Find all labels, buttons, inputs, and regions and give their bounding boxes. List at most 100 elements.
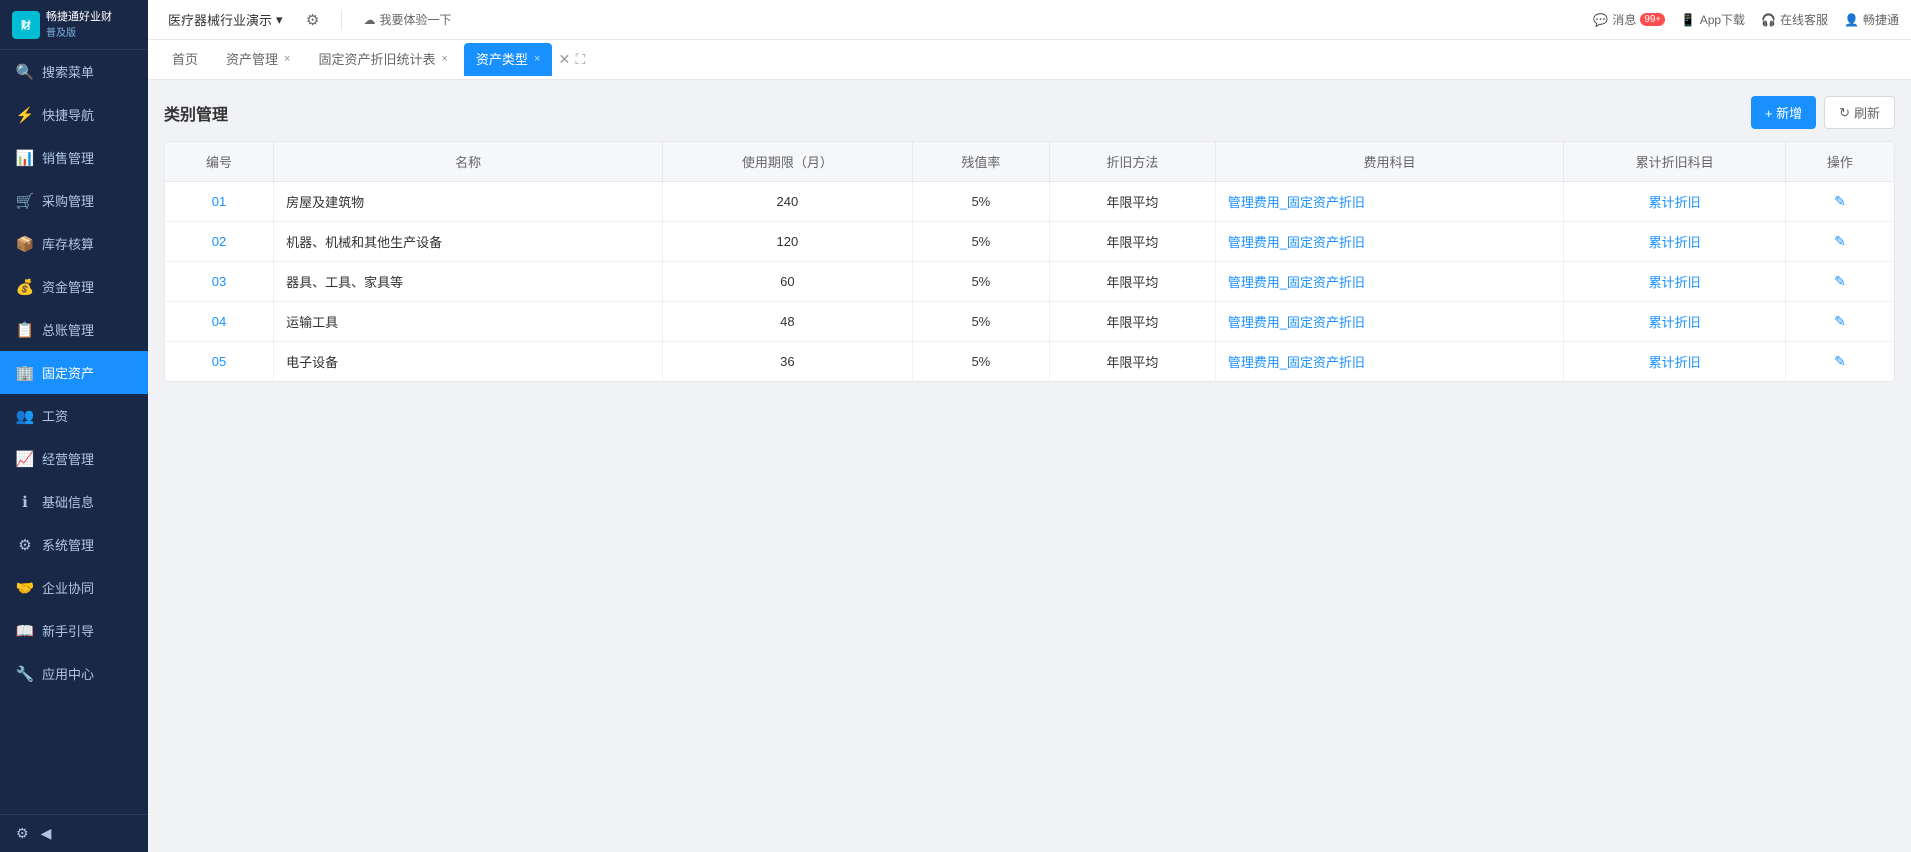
experience-label: 我要体验一下 xyxy=(380,11,452,28)
app-download-button[interactable]: 📱 App下载 xyxy=(1681,11,1745,28)
sidebar-label-5: 资金管理 xyxy=(42,277,94,296)
tab-home[interactable]: 首页 xyxy=(160,43,210,76)
sidebar-item-8[interactable]: 👥工资 xyxy=(0,394,148,437)
col-accum: 累计折旧科目 xyxy=(1564,142,1785,182)
table-row: 04 运输工具 48 5% 年限平均 管理费用_固定资产折旧 累计折旧 ✎ xyxy=(165,302,1894,342)
cell-method-1: 年限平均 xyxy=(1050,222,1216,262)
sidebar-item-1[interactable]: ⚡快捷导航 xyxy=(0,93,148,136)
col-period: 使用期限（月） xyxy=(663,142,912,182)
cell-expense-0: 管理费用_固定资产折旧 xyxy=(1215,182,1564,222)
sidebar-label-13: 新手引导 xyxy=(42,621,94,640)
tab-asset-type[interactable]: 资产类型 × xyxy=(464,43,552,76)
edit-icon-0[interactable]: ✎ xyxy=(1834,193,1846,209)
page-actions: + 新增 ↻ 刷新 xyxy=(1751,96,1895,129)
tab-depreciation[interactable]: 固定资产折旧统计表 × xyxy=(306,43,459,76)
cell-residual-1: 5% xyxy=(912,222,1050,262)
tab-asset-type-label: 资产类型 xyxy=(476,49,528,68)
tab-asset-type-close[interactable]: × xyxy=(534,53,540,65)
sidebar-item-13[interactable]: 📖新手引导 xyxy=(0,609,148,652)
col-action: 操作 xyxy=(1785,142,1894,182)
sidebar-item-0[interactable]: 🔍搜索菜单 xyxy=(0,50,148,93)
tab-depreciation-close[interactable]: × xyxy=(441,53,447,65)
sidebar-icon-0: 🔍 xyxy=(16,63,34,81)
cell-action-2[interactable]: ✎ xyxy=(1785,262,1894,302)
col-expense: 费用科目 xyxy=(1215,142,1564,182)
edit-icon-1[interactable]: ✎ xyxy=(1834,233,1846,249)
col-name: 名称 xyxy=(274,142,663,182)
cell-method-4: 年限平均 xyxy=(1050,342,1216,382)
cell-action-3[interactable]: ✎ xyxy=(1785,302,1894,342)
sidebar-label-1: 快捷导航 xyxy=(42,105,94,124)
close-window-button[interactable]: ✕ xyxy=(556,52,572,68)
refresh-button[interactable]: ↻ 刷新 xyxy=(1824,96,1895,129)
cell-code-2: 03 xyxy=(165,262,274,302)
online-service-button[interactable]: 🎧 在线客服 xyxy=(1761,11,1828,28)
experience-button[interactable]: ☁ 我要体验一下 xyxy=(356,8,460,31)
sidebar-icon-2: 📊 xyxy=(16,149,34,167)
sidebar-icon-12: 🤝 xyxy=(16,579,34,597)
footer-settings-icon[interactable]: ⚙ xyxy=(16,825,29,842)
sidebar-label-2: 销售管理 xyxy=(42,148,94,167)
app-selector[interactable]: 医疗器械行业演示 ▾ xyxy=(160,6,291,33)
cell-name-4: 电子设备 xyxy=(274,342,663,382)
sidebar-label-7: 固定资产 xyxy=(42,363,94,382)
topbar-settings-button[interactable]: ⚙ xyxy=(299,6,327,34)
cell-accum-3: 累计折旧 xyxy=(1564,302,1785,342)
sidebar-scroll: 🔍搜索菜单⚡快捷导航 📊 销售管理 🛒采购管理📦库存核算💰资金管理📋总账管理🏢固定资产… xyxy=(0,50,148,814)
user-label: 畅捷通 xyxy=(1863,11,1899,28)
sidebar: 财 畅捷通好业财 普及版 🔍搜索菜单⚡快捷导航 📊 销售管理 🛒采购管理📦库存核算💰资… xyxy=(0,0,148,852)
col-code: 编号 xyxy=(165,142,274,182)
cell-action-0[interactable]: ✎ xyxy=(1785,182,1894,222)
tab-asset-management-close[interactable]: × xyxy=(284,53,290,65)
sidebar-item-14[interactable]: 🔧应用中心 xyxy=(0,652,148,695)
tab-asset-management[interactable]: 资产管理 × xyxy=(214,43,302,76)
table-row: 02 机器、机械和其他生产设备 120 5% 年限平均 管理费用_固定资产折旧 … xyxy=(165,222,1894,262)
sidebar-icon-11: ⚙ xyxy=(16,536,34,554)
sidebar-item-12[interactable]: 🤝企业协同 xyxy=(0,566,148,609)
sidebar-item-7[interactable]: 🏢固定资产 xyxy=(0,351,148,394)
sidebar-item-5[interactable]: 💰资金管理 xyxy=(0,265,148,308)
sidebar-logo: 财 畅捷通好业财 普及版 xyxy=(0,0,148,50)
experience-icon: ☁ xyxy=(364,13,376,27)
sidebar-icon-14: 🔧 xyxy=(16,665,34,683)
cell-action-1[interactable]: ✎ xyxy=(1785,222,1894,262)
col-method: 折旧方法 xyxy=(1050,142,1216,182)
edit-icon-3[interactable]: ✎ xyxy=(1834,313,1846,329)
maximize-window-button[interactable]: ⛶ xyxy=(572,52,588,68)
sidebar-item-6[interactable]: 📋总账管理 xyxy=(0,308,148,351)
cell-code-0: 01 xyxy=(165,182,274,222)
cell-method-0: 年限平均 xyxy=(1050,182,1216,222)
new-button[interactable]: + 新增 xyxy=(1751,96,1816,129)
sidebar-icon-10: ℹ xyxy=(16,493,34,511)
app-download-label: App下载 xyxy=(1700,11,1745,28)
sidebar-item-4[interactable]: 📦库存核算 xyxy=(0,222,148,265)
cell-expense-4: 管理费用_固定资产折旧 xyxy=(1215,342,1564,382)
cell-residual-0: 5% xyxy=(912,182,1050,222)
sidebar-item-2[interactable]: 📊 销售管理 xyxy=(0,136,148,179)
messages-button[interactable]: 💬 消息 99+ xyxy=(1593,11,1664,28)
sidebar-label-3: 采购管理 xyxy=(42,191,94,210)
sidebar-item-3[interactable]: 🛒采购管理 xyxy=(0,179,148,222)
messages-badge: 99+ xyxy=(1640,13,1664,26)
user-menu[interactable]: 👤 畅捷通 xyxy=(1844,11,1899,28)
footer-collapse-icon[interactable]: ◀ xyxy=(41,825,52,842)
cell-name-3: 运输工具 xyxy=(274,302,663,342)
cell-expense-3: 管理费用_固定资产折旧 xyxy=(1215,302,1564,342)
sidebar-item-11[interactable]: ⚙ 系统管理 xyxy=(0,523,148,566)
sidebar-icon-4: 📦 xyxy=(16,235,34,253)
cell-action-4[interactable]: ✎ xyxy=(1785,342,1894,382)
table-row: 05 电子设备 36 5% 年限平均 管理费用_固定资产折旧 累计折旧 ✎ xyxy=(165,342,1894,382)
cell-residual-4: 5% xyxy=(912,342,1050,382)
sidebar-label-11: 系统管理 xyxy=(42,535,94,554)
sidebar-label-9: 经营管理 xyxy=(42,449,94,468)
topbar-right: 💬 消息 99+ 📱 App下载 🎧 在线客服 👤 畅捷通 xyxy=(1593,11,1899,28)
sidebar-icon-9: 📈 xyxy=(16,450,34,468)
edit-icon-2[interactable]: ✎ xyxy=(1834,273,1846,289)
cell-name-2: 器具、工具、家具等 xyxy=(274,262,663,302)
cell-method-3: 年限平均 xyxy=(1050,302,1216,342)
topbar: 医疗器械行业演示 ▾ ⚙ ☁ 我要体验一下 💬 消息 99+ 📱 App下载 🎧… xyxy=(148,0,1911,40)
sidebar-item-9[interactable]: 📈 经营管理 xyxy=(0,437,148,480)
sidebar-item-10[interactable]: ℹ基础信息 xyxy=(0,480,148,523)
dropdown-icon: ▾ xyxy=(276,12,283,28)
edit-icon-4[interactable]: ✎ xyxy=(1834,353,1846,369)
